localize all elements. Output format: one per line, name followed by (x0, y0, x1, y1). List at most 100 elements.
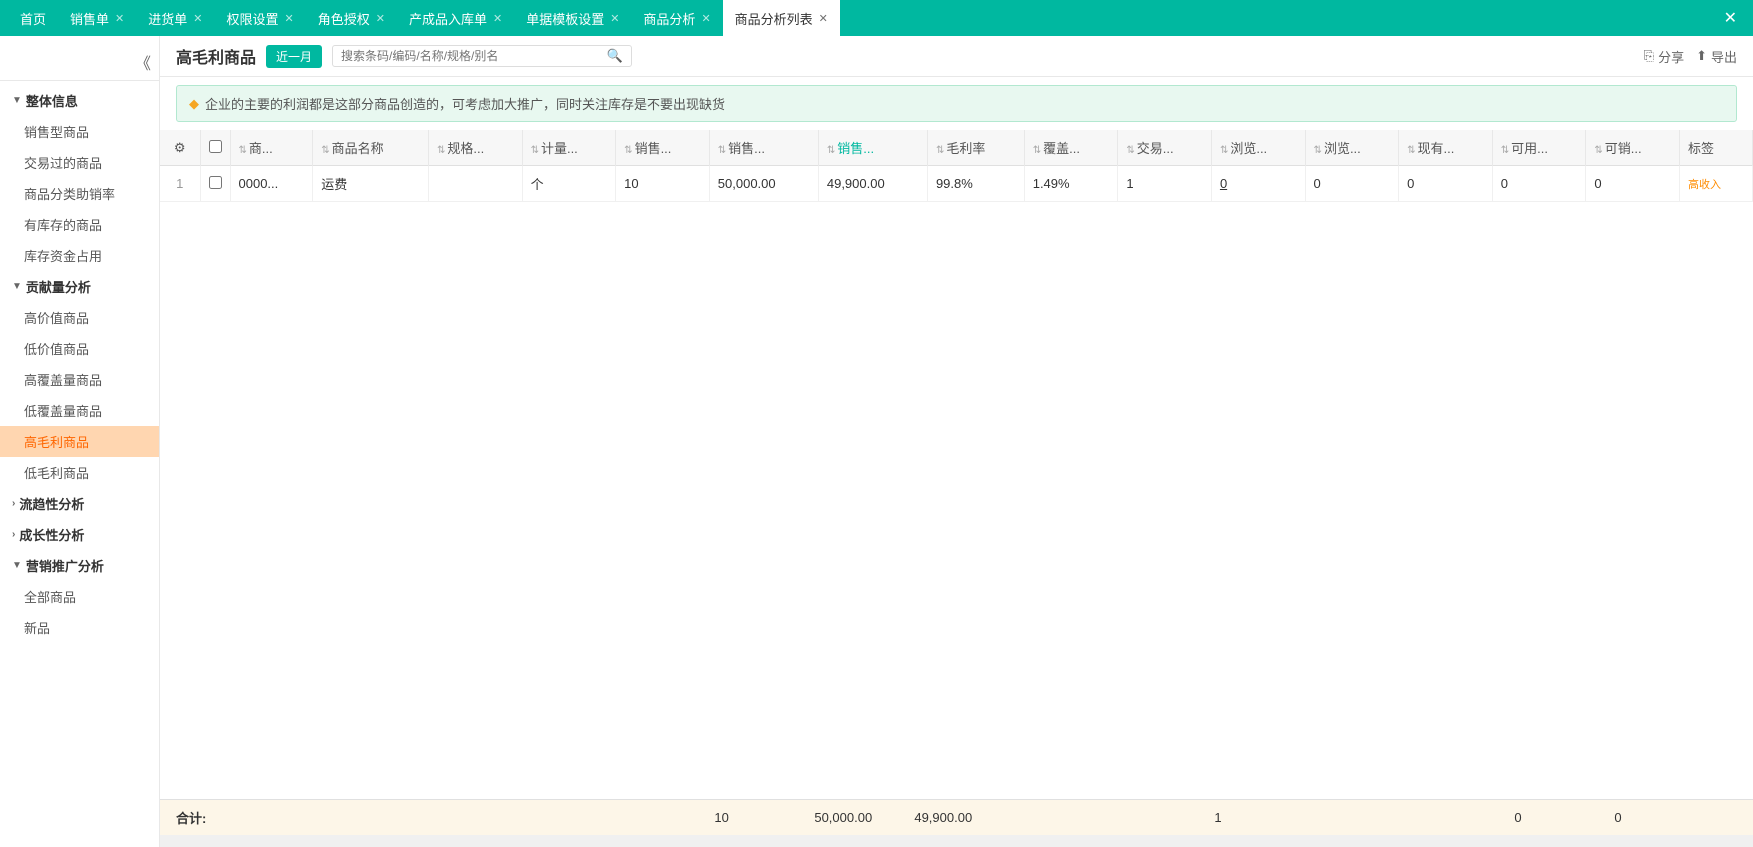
sidebar-item-low-coverage[interactable]: 低覆盖量商品 (0, 395, 159, 426)
close-analysis-list-tab[interactable]: ✕ (819, 12, 828, 25)
close-all-tabs[interactable]: ✕ (1716, 8, 1745, 28)
close-stockin-tab[interactable]: ✕ (493, 12, 502, 25)
col-index: ⚙ (160, 130, 200, 166)
footer-current-stock: 0 (1506, 810, 1586, 825)
sidebar: 《 ▼ 整体信息 销售型商品 交易过的商品 商品分类助销率 有库存的商品 库存资… (0, 36, 160, 847)
sidebar-item-high-coverage[interactable]: 高覆盖量商品 (0, 364, 159, 395)
col-code-header[interactable]: ⇅商... (230, 130, 313, 166)
nav-stock-in[interactable]: 产成品入库单 ✕ (397, 0, 514, 36)
close-analysis-tab[interactable]: ✕ (701, 12, 710, 25)
data-table: ⚙ ⇅商... ⇅商品名称 ⇅规格... ⇅计量... ⇅销售... ⇅销售..… (160, 130, 1753, 202)
share-btn[interactable]: ⎘ 分享 (1644, 47, 1684, 66)
nav-roles[interactable]: 角色授权 ✕ (306, 0, 397, 36)
table-footer: 合计: 10 50,000.00 49,900.00 1 0 0 (160, 799, 1753, 835)
cell-browse1[interactable]: 0 (1211, 166, 1305, 202)
col-coverage-header[interactable]: ⇅覆盖... (1024, 130, 1118, 166)
footer-label: 合计: (176, 808, 206, 827)
sidebar-item-high-value[interactable]: 高价值商品 (0, 302, 159, 333)
table-container[interactable]: ⚙ ⇅商... ⇅商品名称 ⇅规格... ⇅计量... ⇅销售... ⇅销售..… (160, 130, 1753, 799)
col-unit-header[interactable]: ⇅计量... (522, 130, 616, 166)
sidebar-item-new-products[interactable]: 新品 (0, 612, 159, 643)
sidebar-item-stock-capital[interactable]: 库存资金占用 (0, 240, 159, 271)
col-browse2-header[interactable]: ⇅浏览... (1305, 130, 1399, 166)
col-browse1-header[interactable]: ⇅浏览... (1211, 130, 1305, 166)
table-row: 1 0000... 运费 个 10 50,000.00 49,900.00 99… (160, 166, 1753, 202)
cell-available: 0 (1492, 166, 1586, 202)
settings-icon[interactable]: ⚙ (174, 140, 186, 155)
col-sales-profit-header[interactable]: ⇅销售... (818, 130, 927, 166)
horizontal-scrollbar[interactable] (160, 835, 1753, 847)
sidebar-toggle-btn[interactable]: 《 (135, 50, 151, 74)
sidebar-group-marketing[interactable]: ▼ 营销推广分析 (0, 550, 159, 581)
cell-current-stock: 0 (1399, 166, 1493, 202)
cell-code: 0000... (230, 166, 313, 202)
info-banner: ◆ 企业的主要的利润都是这部分商品创造的，可考虑加大推广，同时关注库存是不要出现… (176, 85, 1737, 122)
sidebar-item-sales-products[interactable]: 销售型商品 (0, 116, 159, 147)
search-icon[interactable]: 🔍 (607, 48, 623, 64)
cell-checkbox[interactable] (200, 166, 230, 202)
footer-available: 0 (1606, 810, 1686, 825)
col-transactions-header[interactable]: ⇅交易... (1118, 130, 1212, 166)
group-arrow-overall: ▼ (12, 95, 22, 106)
cell-sales-amount: 50,000.00 (709, 166, 818, 202)
sidebar-group-growth[interactable]: › 成长性分析 (0, 519, 159, 550)
col-spec-header[interactable]: ⇅规格... (428, 130, 522, 166)
group-arrow-contribution: ▼ (12, 281, 22, 292)
date-filter-btn[interactable]: 近一月 (266, 45, 322, 68)
cell-sales-profit: 49,900.00 (818, 166, 927, 202)
page-title: 高毛利商品 (176, 44, 256, 68)
search-input[interactable] (341, 49, 607, 63)
table-header-row: ⚙ ⇅商... ⇅商品名称 ⇅规格... ⇅计量... ⇅销售... ⇅销售..… (160, 130, 1753, 166)
export-icon: ⬆ (1696, 48, 1707, 64)
footer-transactions: 1 (1206, 810, 1286, 825)
export-btn[interactable]: ⬆ 导出 (1696, 47, 1737, 66)
info-text: 企业的主要的利润都是这部分商品创造的，可考虑加大推广，同时关注库存是不要出现缺货 (205, 94, 725, 113)
footer-sales-amount: 50,000.00 (806, 810, 886, 825)
sidebar-item-category-rate[interactable]: 商品分类助销率 (0, 178, 159, 209)
col-current-stock-header[interactable]: ⇅现有... (1399, 130, 1493, 166)
footer-sales-qty: 10 (706, 810, 786, 825)
nav-template[interactable]: 单据模板设置 ✕ (514, 0, 631, 36)
info-icon: ◆ (189, 96, 199, 112)
sidebar-group-overall[interactable]: ▼ 整体信息 (0, 85, 159, 116)
close-purchase-tab[interactable]: ✕ (193, 12, 202, 25)
sidebar-item-traded-products[interactable]: 交易过的商品 (0, 147, 159, 178)
nav-home[interactable]: 首页 (8, 0, 58, 36)
content-header: 高毛利商品 近一月 🔍 ⎘ 分享 ⬆ 导出 (160, 36, 1753, 77)
footer-sales-profit: 49,900.00 (906, 810, 986, 825)
col-sales-amount-header[interactable]: ⇅销售... (709, 130, 818, 166)
col-available-header[interactable]: ⇅可用... (1492, 130, 1586, 166)
close-roles-tab[interactable]: ✕ (376, 12, 385, 25)
col-name-header[interactable]: ⇅商品名称 (313, 130, 429, 166)
sidebar-group-contribution[interactable]: ▼ 贡献量分析 (0, 271, 159, 302)
nav-sales[interactable]: 销售单 ✕ (58, 0, 136, 36)
sidebar-item-low-value[interactable]: 低价值商品 (0, 333, 159, 364)
sidebar-item-instock-products[interactable]: 有库存的商品 (0, 209, 159, 240)
cell-index: 1 (160, 166, 200, 202)
col-gross-margin-header[interactable]: ⇅毛利率 (927, 130, 1024, 166)
nav-purchase[interactable]: 进货单 ✕ (136, 0, 214, 36)
sidebar-item-all-products[interactable]: 全部商品 (0, 581, 159, 612)
col-saleable-header[interactable]: ⇅可销... (1586, 130, 1680, 166)
cell-sales-qty: 10 (616, 166, 710, 202)
col-tag-header[interactable]: 标签 (1679, 130, 1752, 166)
top-nav: 首页 销售单 ✕ 进货单 ✕ 权限设置 ✕ 角色授权 ✕ 产成品入库单 ✕ 单据… (0, 0, 1753, 36)
group-arrow-growth: › (12, 529, 15, 540)
sidebar-group-trend[interactable]: › 流趋性分析 (0, 488, 159, 519)
share-icon: ⎘ (1644, 48, 1654, 64)
cell-spec (428, 166, 522, 202)
close-template-tab[interactable]: ✕ (610, 12, 619, 25)
nav-permissions[interactable]: 权限设置 ✕ (214, 0, 305, 36)
close-sales-tab[interactable]: ✕ (115, 12, 124, 25)
nav-product-analysis[interactable]: 商品分析 ✕ (631, 0, 722, 36)
cell-coverage: 1.49% (1024, 166, 1118, 202)
sidebar-item-high-margin[interactable]: 高毛利商品 (0, 426, 159, 457)
select-all-checkbox[interactable] (209, 140, 222, 153)
main-area: 《 ▼ 整体信息 销售型商品 交易过的商品 商品分类助销率 有库存的商品 库存资… (0, 36, 1753, 847)
sidebar-item-low-margin[interactable]: 低毛利商品 (0, 457, 159, 488)
nav-analysis-list[interactable]: 商品分析列表 ✕ (723, 0, 840, 36)
cell-name: 运费 (313, 166, 429, 202)
search-box: 🔍 (332, 45, 632, 67)
close-permissions-tab[interactable]: ✕ (285, 12, 294, 25)
col-sales-qty-header[interactable]: ⇅销售... (616, 130, 710, 166)
